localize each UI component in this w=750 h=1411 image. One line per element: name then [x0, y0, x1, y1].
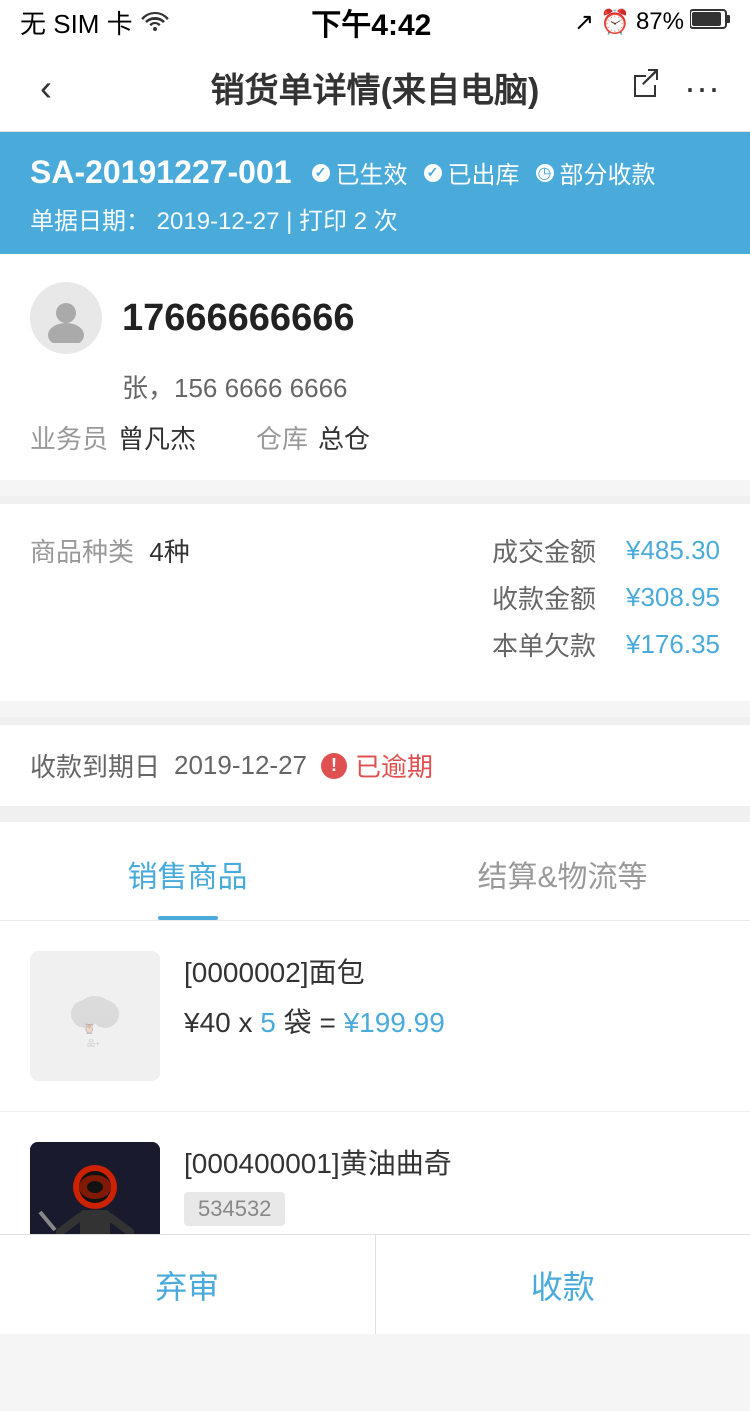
stats-right: 成交金额 ¥485.30 收款金额 ¥308.95 本单欠款 ¥176.35: [492, 532, 720, 673]
salesperson-value: 曾凡杰: [118, 419, 196, 456]
customer-phone: 17666666666: [122, 297, 354, 340]
status-tags: 已生效 已出库 部分收款: [312, 155, 656, 190]
status-time: 下午4:42: [311, 0, 431, 44]
product-image-0: 🦉 品+: [30, 951, 160, 1081]
customer-meta: 业务员 曾凡杰 仓库 总仓: [30, 419, 720, 456]
alarm-icon: ⏰: [600, 8, 630, 37]
location-icon: ↗: [574, 8, 594, 37]
product-name-1: [000400001]黄油曲奇: [184, 1142, 720, 1182]
status-left: 无 SIM 卡: [20, 4, 169, 41]
tab-settlement[interactable]: 结算&物流等: [375, 822, 750, 920]
stats-row-1: 收款金额 ¥308.95: [492, 579, 720, 616]
warehouse-item: 仓库 总仓: [256, 419, 370, 456]
status-bar: 无 SIM 卡 下午4:42 ↗ ⏰ 87%: [0, 0, 750, 44]
product-price-0: ¥40 x 5 袋 = ¥199.99: [184, 1001, 720, 1041]
nav-actions: ···: [628, 65, 720, 110]
stats-section: 商品种类 4种 成交金额 ¥485.30 收款金额 ¥308.95 本单欠款 ¥…: [0, 504, 750, 701]
product-qty-0: 5: [260, 1007, 276, 1038]
customer-info: 张，156 6666 6666: [122, 368, 720, 405]
tabs: 销售商品 结算&物流等: [0, 822, 750, 921]
status-tag-shipped: 已出库: [424, 155, 520, 190]
kind-label: 商品种类: [30, 537, 134, 567]
svg-text:品+: 品+: [87, 1039, 100, 1048]
order-number: SA-20191227-001: [30, 154, 292, 191]
stats-label-1: 收款金额: [492, 579, 596, 616]
back-button[interactable]: ‹: [30, 57, 62, 119]
stats-row-2: 本单欠款 ¥176.35: [492, 626, 720, 663]
product-total-0: ¥199.99: [344, 1007, 445, 1038]
page-title: 销货单详情(来自电脑): [211, 63, 540, 112]
stats-row-0: 成交金额 ¥485.30: [492, 532, 720, 569]
stats-value-0: ¥485.30: [626, 535, 720, 566]
status-right: ↗ ⏰ 87%: [574, 8, 730, 37]
sim-label: 无 SIM 卡: [20, 4, 133, 41]
product-sku-1: 534532: [184, 1192, 285, 1226]
status-tag-effective: 已生效: [312, 155, 408, 190]
due-date: 2019-12-27: [174, 750, 307, 781]
divider-3: [0, 814, 750, 822]
reject-button[interactable]: 弃审: [0, 1235, 376, 1334]
product-info-0: [0000002]面包 ¥40 x 5 袋 = ¥199.99: [184, 951, 720, 1041]
overdue-badge: ! 已逾期: [321, 747, 433, 784]
divider-2: [0, 717, 750, 725]
divider-1: [0, 496, 750, 504]
status-tag-partial: 部分收款: [536, 155, 656, 190]
warehouse-label: 仓库: [256, 419, 308, 456]
stats-label-0: 成交金额: [492, 532, 596, 569]
tab-sales-products[interactable]: 销售商品: [0, 822, 375, 920]
pay-button[interactable]: 收款: [376, 1235, 750, 1334]
salesperson-label: 业务员: [30, 419, 108, 456]
avatar: [30, 282, 102, 354]
clock-icon: [536, 164, 554, 182]
svg-text:🦉: 🦉: [83, 1023, 95, 1035]
due-section: 收款到期日 2019-12-27 ! 已逾期: [0, 725, 750, 814]
list-item: 🦉 品+ [0000002]面包 ¥40 x 5 袋 = ¥199.99: [0, 921, 750, 1112]
battery-icon: [690, 8, 730, 37]
header-band: SA-20191227-001 已生效 已出库 部分收款 单据日期： 2019-…: [0, 132, 750, 254]
overdue-text: 已逾期: [355, 747, 433, 784]
battery-percent: 87%: [636, 8, 684, 36]
share-icon[interactable]: [628, 65, 664, 110]
more-icon[interactable]: ···: [684, 67, 720, 109]
stats-value-2: ¥176.35: [626, 629, 720, 660]
salesperson-item: 业务员 曾凡杰: [30, 419, 196, 456]
header-date-line: 单据日期： 2019-12-27 | 打印 2 次: [30, 201, 720, 236]
stats-left: 商品种类 4种: [30, 532, 190, 569]
stats-value-1: ¥308.95: [626, 582, 720, 613]
nav-bar: ‹ 销货单详情(来自电脑) ···: [0, 44, 750, 132]
warehouse-value: 总仓: [318, 419, 370, 456]
overdue-dot-icon: !: [321, 753, 347, 779]
stats-label-2: 本单欠款: [492, 626, 596, 663]
customer-section: 17666666666 张，156 6666 6666 业务员 曾凡杰 仓库 总…: [0, 254, 750, 480]
kind-value: 4种: [149, 537, 189, 567]
product-name-0: [0000002]面包: [184, 951, 720, 991]
bottom-bar: 弃审 收款: [0, 1234, 750, 1334]
wifi-icon: [141, 7, 169, 38]
check-icon-effective: [312, 164, 330, 182]
check-icon-shipped: [424, 164, 442, 182]
due-label: 收款到期日: [30, 747, 160, 784]
